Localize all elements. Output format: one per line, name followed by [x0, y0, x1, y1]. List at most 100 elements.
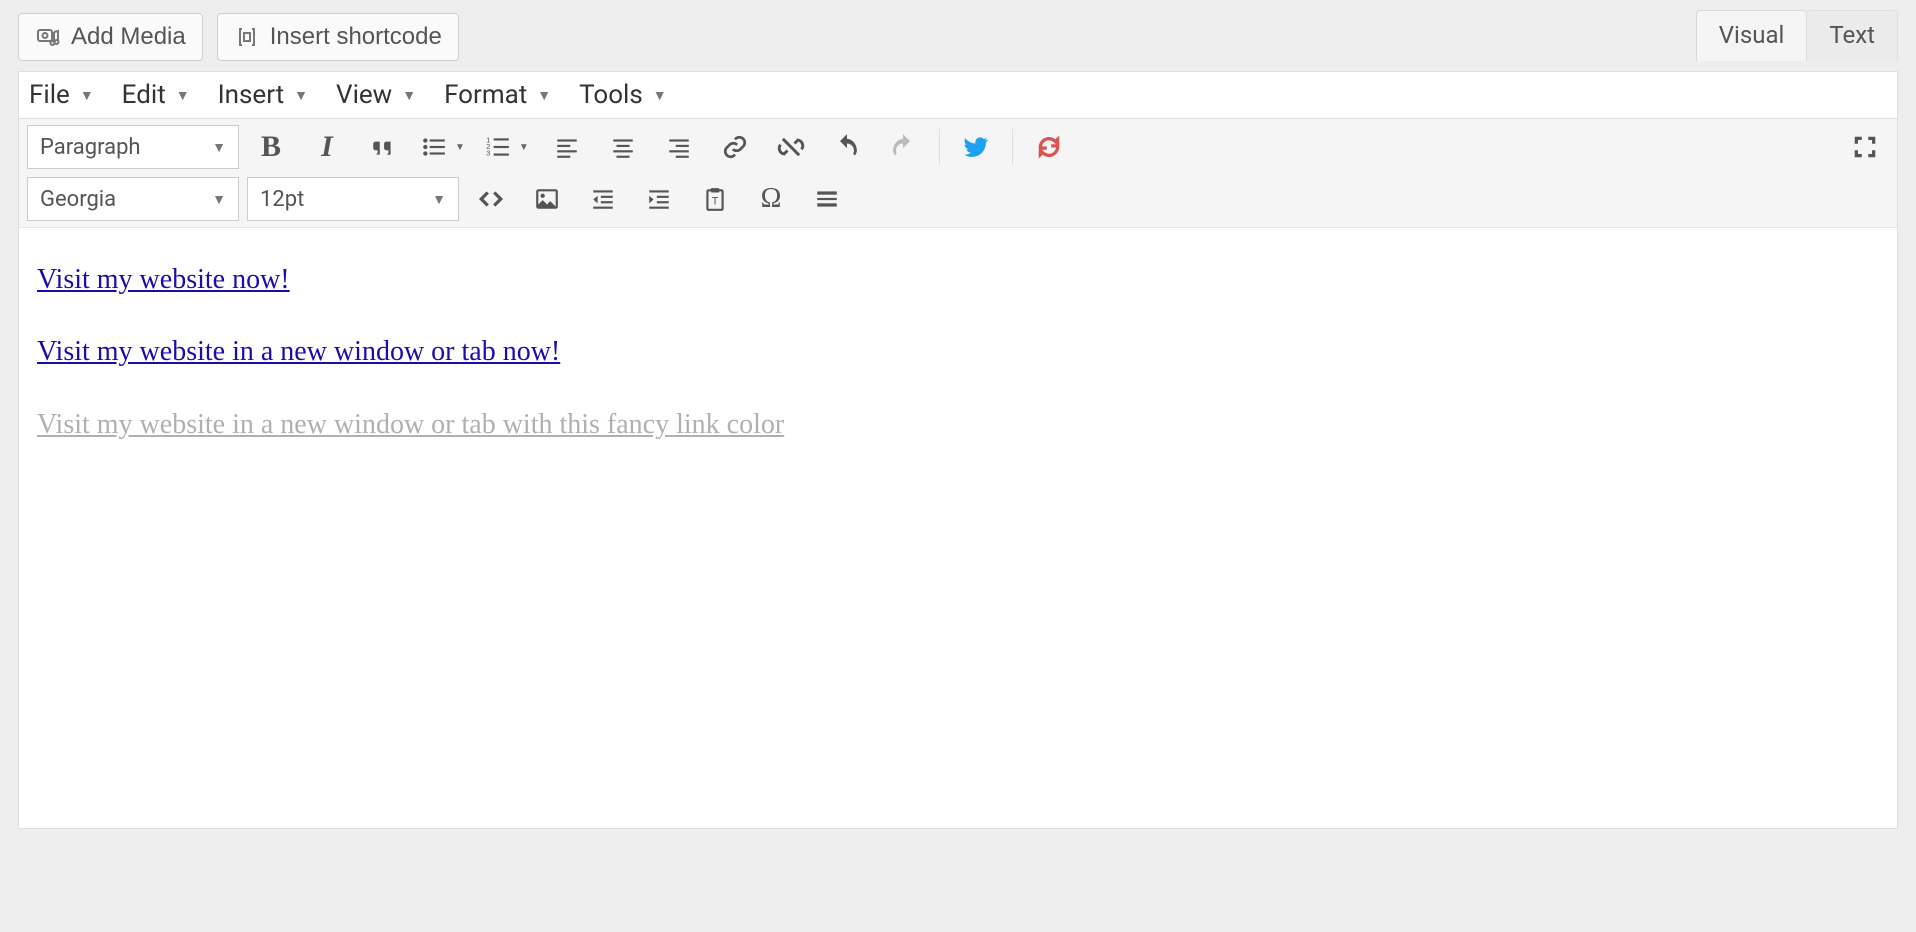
restore-button[interactable] — [1025, 125, 1073, 169]
unlink-icon — [777, 133, 805, 161]
italic-button[interactable]: I — [303, 125, 351, 169]
align-left-icon — [554, 134, 580, 160]
content-link-3[interactable]: Visit my website in a new window or tab … — [37, 409, 784, 440]
undo-button[interactable] — [823, 125, 871, 169]
top-bar: Add Media Insert shortcode Visual Text — [18, 10, 1898, 61]
menu-edit-label: Edit — [122, 80, 166, 110]
chevron-down-icon: ▼ — [176, 87, 190, 104]
clipboard-icon: T — [702, 186, 728, 212]
unlink-button[interactable] — [767, 125, 815, 169]
content-paragraph: Visit my website now! — [37, 262, 1879, 298]
bold-button[interactable]: B — [247, 125, 295, 169]
chevron-down-icon: ▼ — [455, 142, 465, 153]
add-media-button[interactable]: Add Media — [18, 13, 203, 61]
insert-shortcode-label: Insert shortcode — [270, 25, 442, 49]
menu-tools-label: Tools — [579, 80, 643, 110]
camera-music-icon — [35, 24, 61, 50]
chevron-down-icon: ▼ — [519, 142, 529, 153]
format-select[interactable]: Paragraph ▼ — [27, 125, 239, 169]
toolbar-row-1: Paragraph ▼ B I — [27, 125, 1889, 169]
toolbar: Paragraph ▼ B I — [19, 119, 1897, 228]
outdent-icon — [590, 186, 616, 212]
chevron-down-icon: ▼ — [653, 87, 667, 104]
numbered-list-button[interactable]: 123 ▼ — [479, 125, 535, 169]
chevron-down-icon: ▼ — [212, 191, 226, 208]
menu-tools[interactable]: Tools ▼ — [579, 80, 667, 110]
align-center-icon — [610, 134, 636, 160]
shortcode-icon — [234, 24, 260, 50]
undo-icon — [833, 133, 861, 161]
content-link-1[interactable]: Visit my website now! — [37, 264, 290, 295]
svg-text:T: T — [712, 195, 719, 207]
quote-icon — [370, 134, 396, 160]
bullet-list-icon — [421, 134, 447, 160]
menu-file-label: File — [29, 80, 70, 110]
font-size-select[interactable]: 12pt ▼ — [247, 177, 459, 221]
tab-text[interactable]: Text — [1806, 10, 1898, 61]
align-right-icon — [666, 134, 692, 160]
twitter-icon — [962, 133, 990, 161]
horizontal-rule-button[interactable] — [803, 177, 851, 221]
menu-format[interactable]: Format ▼ — [444, 80, 551, 110]
chevron-down-icon: ▼ — [402, 87, 416, 104]
menu-insert-label: Insert — [218, 80, 285, 110]
menu-view-label: View — [336, 80, 392, 110]
content-area[interactable]: Visit my website now! Visit my website i… — [19, 228, 1897, 828]
link-icon — [722, 134, 748, 160]
align-left-button[interactable] — [543, 125, 591, 169]
editor-frame: File ▼ Edit ▼ Insert ▼ View ▼ Format ▼ T… — [18, 71, 1898, 829]
font-family-label: Georgia — [40, 187, 116, 212]
align-center-button[interactable] — [599, 125, 647, 169]
chevron-down-icon: ▼ — [537, 87, 551, 104]
bold-icon: B — [261, 130, 281, 164]
italic-icon: I — [321, 130, 333, 164]
font-size-label: 12pt — [260, 187, 304, 212]
chevron-down-icon: ▼ — [212, 139, 226, 156]
format-select-label: Paragraph — [40, 135, 141, 160]
menu-format-label: Format — [444, 80, 527, 110]
refresh-icon — [1036, 134, 1062, 160]
align-right-button[interactable] — [655, 125, 703, 169]
source-code-button[interactable] — [467, 177, 515, 221]
svg-text:3: 3 — [486, 149, 490, 158]
menu-view[interactable]: View ▼ — [336, 80, 416, 110]
menu-file[interactable]: File ▼ — [29, 80, 94, 110]
toolbar-row-2: Georgia ▼ 12pt ▼ — [27, 177, 1889, 221]
tab-visual-label: Visual — [1719, 21, 1785, 49]
fullscreen-icon — [1852, 134, 1878, 160]
redo-icon — [889, 133, 917, 161]
special-character-button[interactable]: Ω — [747, 177, 795, 221]
separator — [939, 129, 940, 165]
redo-button[interactable] — [879, 125, 927, 169]
content-paragraph: Visit my website in a new window or tab … — [37, 334, 1879, 370]
paste-as-text-button[interactable]: T — [691, 177, 739, 221]
font-family-select[interactable]: Georgia ▼ — [27, 177, 239, 221]
tab-text-label: Text — [1829, 21, 1875, 49]
bullet-list-button[interactable]: ▼ — [415, 125, 471, 169]
indent-icon — [646, 186, 672, 212]
chevron-down-icon: ▼ — [432, 191, 446, 208]
blockquote-button[interactable] — [359, 125, 407, 169]
indent-button[interactable] — [635, 177, 683, 221]
fullscreen-button[interactable] — [1841, 125, 1889, 169]
editor-mode-tabs: Visual Text — [1697, 10, 1898, 61]
tab-visual[interactable]: Visual — [1696, 10, 1808, 61]
outdent-button[interactable] — [579, 177, 627, 221]
content-paragraph: Visit my website in a new window or tab … — [37, 407, 1879, 443]
menu-insert[interactable]: Insert ▼ — [218, 80, 308, 110]
menu-edit[interactable]: Edit ▼ — [122, 80, 190, 110]
insert-shortcode-button[interactable]: Insert shortcode — [217, 13, 459, 61]
add-media-label: Add Media — [71, 25, 186, 49]
twitter-button[interactable] — [952, 125, 1000, 169]
numbered-list-icon: 123 — [485, 134, 511, 160]
omega-icon: Ω — [761, 183, 782, 215]
chevron-down-icon: ▼ — [80, 87, 94, 104]
insert-image-button[interactable] — [523, 177, 571, 221]
separator — [1012, 129, 1013, 165]
menu-bar: File ▼ Edit ▼ Insert ▼ View ▼ Format ▼ T… — [19, 72, 1897, 119]
chevron-down-icon: ▼ — [294, 87, 308, 104]
content-link-2[interactable]: Visit my website in a new window or tab … — [37, 336, 560, 367]
code-icon — [478, 186, 504, 212]
hr-icon — [814, 186, 840, 212]
link-button[interactable] — [711, 125, 759, 169]
